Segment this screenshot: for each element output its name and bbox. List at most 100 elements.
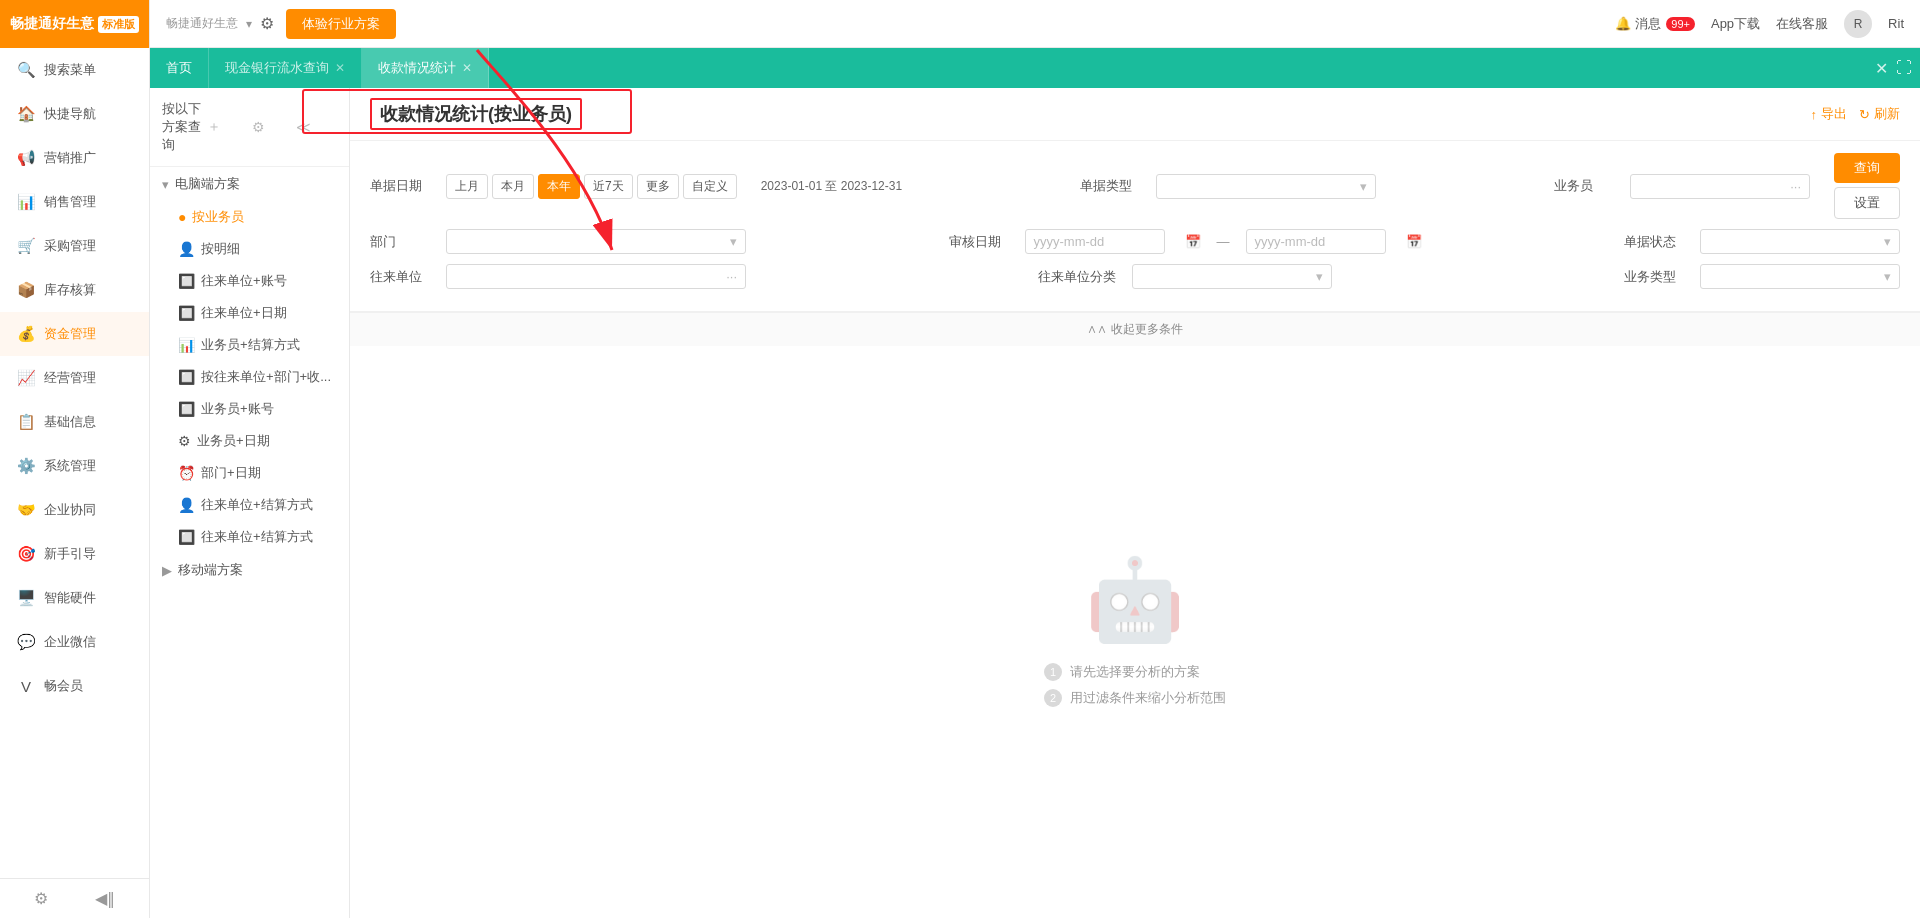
- scheme-group-desktop-header[interactable]: ▾ 电脑端方案: [150, 167, 349, 201]
- sidebar-item-wechat[interactable]: 💬 企业微信: [0, 620, 149, 664]
- app-download-link[interactable]: App下载: [1711, 15, 1760, 33]
- tab-close-all-icon[interactable]: ✕: [1875, 59, 1888, 78]
- unit-category-select[interactable]: ▾: [1132, 264, 1332, 289]
- add-scheme-icon[interactable]: ＋: [207, 118, 248, 136]
- unit-category-chevron-icon: ▾: [1316, 269, 1323, 284]
- app-logo: 畅捷通好生意 标准版: [0, 0, 149, 48]
- page-title-bar: 收款情况统计(按业务员) ↑ 导出 ↻ 刷新: [350, 88, 1920, 141]
- sidebar-settings-btn[interactable]: ⚙: [34, 889, 48, 908]
- voucher-type-select[interactable]: ▾: [1156, 174, 1376, 199]
- notification-area[interactable]: 🔔 消息 99+: [1615, 15, 1695, 33]
- scheme-item-unit-settle1[interactable]: 👤 往来单位+结算方式: [150, 489, 349, 521]
- scheme-group-mobile: ▶ 移动端方案: [150, 553, 349, 587]
- dept-select[interactable]: ▾: [446, 229, 746, 254]
- salesman-dots[interactable]: ···: [1790, 179, 1801, 194]
- sidebar-item-operation[interactable]: 📈 经营管理: [0, 356, 149, 400]
- header-gear-icon[interactable]: ⚙: [260, 14, 274, 33]
- tab-collection-stats[interactable]: 收款情况统计 ✕: [362, 48, 489, 88]
- review-date-label: 审核日期: [949, 233, 1009, 251]
- tab-collection-stats-close-icon[interactable]: ✕: [462, 61, 472, 75]
- sidebar-item-search-menu[interactable]: 🔍 搜索菜单: [0, 48, 149, 92]
- sidebar-item-finance[interactable]: 💰 资金管理: [0, 312, 149, 356]
- unit-account-icon: 🔲: [178, 273, 195, 289]
- sidebar-item-marketing[interactable]: 📢 营销推广: [0, 136, 149, 180]
- export-button[interactable]: ↑ 导出: [1811, 105, 1848, 123]
- review-date-from-placeholder: yyyy-mm-dd: [1034, 234, 1105, 249]
- tab-bank-flow[interactable]: 现金银行流水查询 ✕: [209, 48, 362, 88]
- sidebar-item-inventory[interactable]: 📦 库存核算: [0, 268, 149, 312]
- unit-dept-icon: 🔲: [178, 369, 195, 385]
- sales-icon: 📊: [16, 192, 36, 212]
- wechat-icon: 💬: [16, 632, 36, 652]
- sidebar-item-label: 采购管理: [44, 237, 96, 255]
- scheme-item-unit-settle2[interactable]: 🔲 往来单位+结算方式: [150, 521, 349, 553]
- unit-filter-label: 往来单位: [370, 268, 430, 286]
- sidebar-item-label: 企业协同: [44, 501, 96, 519]
- date-btn-custom[interactable]: 自定义: [683, 174, 737, 199]
- tab-home[interactable]: 首页: [150, 48, 209, 88]
- try-industry-button[interactable]: 体验行业方案: [286, 9, 396, 39]
- voucher-status-select[interactable]: ▾: [1700, 229, 1900, 254]
- online-service-link[interactable]: 在线客服: [1776, 15, 1828, 33]
- unit-select[interactable]: ···: [446, 264, 746, 289]
- scheme-item-salesman-settle[interactable]: 📊 业务员+结算方式: [150, 329, 349, 361]
- tab-bank-flow-close-icon[interactable]: ✕: [335, 61, 345, 75]
- collapse-panel-icon[interactable]: ≪: [296, 119, 337, 135]
- collapse-bar[interactable]: ∧∧ 收起更多条件: [350, 312, 1920, 346]
- refresh-label: 刷新: [1874, 105, 1900, 123]
- refresh-button[interactable]: ↻ 刷新: [1859, 105, 1900, 123]
- sidebar-item-sales[interactable]: 📊 销售管理: [0, 180, 149, 224]
- date-btn-this-month[interactable]: 本月: [492, 174, 534, 199]
- user-name[interactable]: Rit: [1888, 16, 1904, 31]
- sidebar-item-guide[interactable]: 🎯 新手引导: [0, 532, 149, 576]
- sidebar-collapse-btn[interactable]: ◀‖: [95, 889, 115, 908]
- tab-bank-flow-label: 现金银行流水查询: [225, 59, 329, 77]
- sidebar-item-system[interactable]: ⚙️ 系统管理: [0, 444, 149, 488]
- left-panel-header: 按以下方案查询 ＋ ⚙ ≪: [150, 88, 349, 167]
- scheme-item-by-salesman[interactable]: ● 按业务员: [150, 201, 349, 233]
- sidebar-nav: 🔍 搜索菜单 🏠 快捷导航 📢 营销推广 📊 销售管理 🛒 采购管理 📦: [0, 48, 149, 878]
- scheme-item-by-detail[interactable]: 👤 按明细: [150, 233, 349, 265]
- top-header-left: 畅捷通好生意 ▾ ⚙: [166, 14, 274, 33]
- scheme-item-unit-date[interactable]: 🔲 往来单位+日期: [150, 297, 349, 329]
- sidebar-item-enterprise[interactable]: 🤝 企业协同: [0, 488, 149, 532]
- unit-dots-icon[interactable]: ···: [726, 269, 737, 284]
- scheme-item-dept-date[interactable]: ⏰ 部门+日期: [150, 457, 349, 489]
- date-btn-7days[interactable]: 近7天: [584, 174, 633, 199]
- scheme-group-mobile-header[interactable]: ▶ 移动端方案: [150, 553, 349, 587]
- date-btn-last-month[interactable]: 上月: [446, 174, 488, 199]
- inventory-icon: 📦: [16, 280, 36, 300]
- sidebar-item-label: 营销推广: [44, 149, 96, 167]
- salesman-select[interactable]: ···: [1630, 174, 1810, 199]
- voucher-status-label: 单据状态: [1624, 233, 1684, 251]
- scheme-settings-icon[interactable]: ⚙: [252, 119, 293, 135]
- scheme-item-salesman-date[interactable]: ⚙ 业务员+日期: [150, 425, 349, 457]
- biz-type-select[interactable]: ▾: [1700, 264, 1900, 289]
- review-date-to-input[interactable]: yyyy-mm-dd: [1246, 229, 1386, 254]
- scheme-item-unit-dept[interactable]: 🔲 按往来单位+部门+收...: [150, 361, 349, 393]
- query-button[interactable]: 查询: [1834, 153, 1900, 183]
- sidebar-item-member[interactable]: V 畅会员: [0, 664, 149, 708]
- scheme-item-unit-account[interactable]: 🔲 往来单位+账号: [150, 265, 349, 297]
- scheme-item-salesman-account[interactable]: 🔲 业务员+账号: [150, 393, 349, 425]
- tab-bar: 首页 现金银行流水查询 ✕ 收款情况统计 ✕ ✕ ⛶: [150, 48, 1920, 88]
- sidebar-item-basic[interactable]: 📋 基础信息: [0, 400, 149, 444]
- home-icon: 🏠: [16, 104, 36, 124]
- filter-area: 单据日期 上月 本月 本年 近7天 更多 自定义 2023-01-01 至: [350, 141, 1920, 312]
- sidebar-item-label: 资金管理: [44, 325, 96, 343]
- review-date-to-calendar-icon[interactable]: 📅: [1406, 234, 1422, 249]
- breadcrumb-chevron-icon[interactable]: ▾: [246, 17, 252, 31]
- settings-button[interactable]: 设置: [1834, 187, 1900, 219]
- date-btn-more[interactable]: 更多: [637, 174, 679, 199]
- user-avatar[interactable]: R: [1844, 10, 1872, 38]
- sidebar-item-purchase[interactable]: 🛒 采购管理: [0, 224, 149, 268]
- operation-icon: 📈: [16, 368, 36, 388]
- review-date-from-calendar-icon[interactable]: 📅: [1185, 234, 1201, 249]
- tab-maximize-icon[interactable]: ⛶: [1896, 59, 1912, 77]
- date-filter-label: 单据日期: [370, 177, 430, 195]
- review-date-from-input[interactable]: yyyy-mm-dd: [1025, 229, 1165, 254]
- sidebar-item-quick-nav[interactable]: 🏠 快捷导航: [0, 92, 149, 136]
- date-btn-this-year[interactable]: 本年: [538, 174, 580, 199]
- sidebar-item-hardware[interactable]: 🖥️ 智能硬件: [0, 576, 149, 620]
- left-panel: 按以下方案查询 ＋ ⚙ ≪ ▾ 电脑端方案 ● 按业务员: [150, 88, 350, 918]
